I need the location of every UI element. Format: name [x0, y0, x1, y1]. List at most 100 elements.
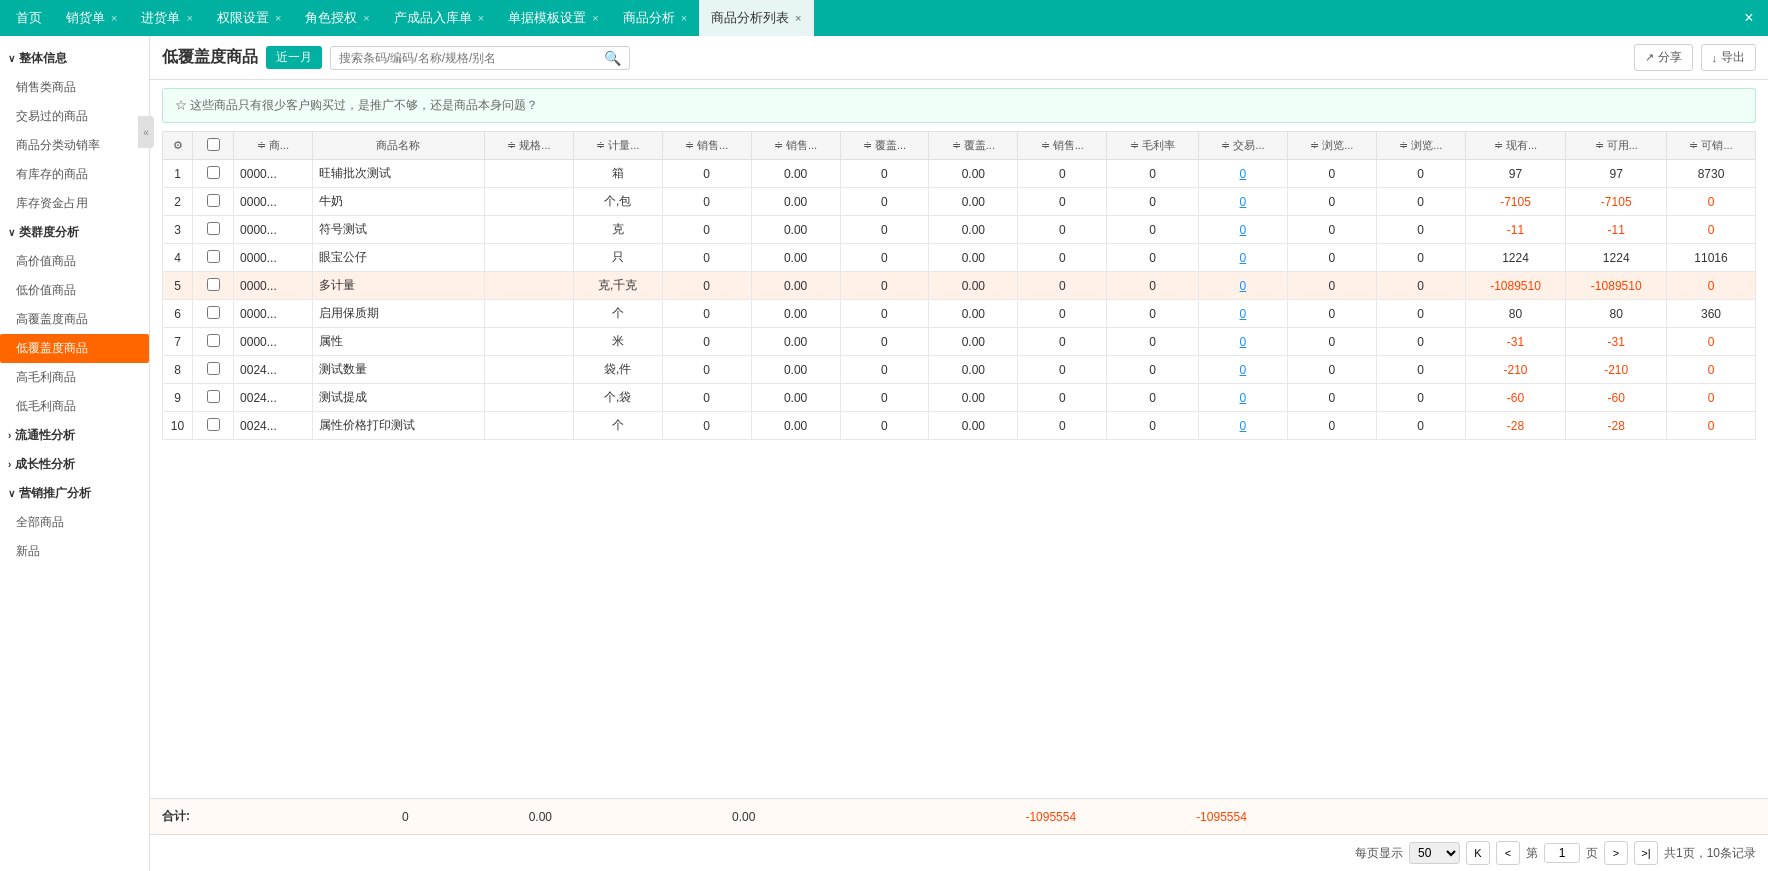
row-checkbox[interactable]	[207, 306, 220, 319]
row-checkbox[interactable]	[207, 194, 220, 207]
td-checkbox[interactable]	[193, 384, 234, 412]
row-checkbox[interactable]	[207, 166, 220, 179]
sidebar-section-growth[interactable]: › 成长性分析	[0, 450, 149, 479]
th-gross-rate[interactable]: ≑ 毛利率	[1107, 132, 1199, 160]
nav-close-icon[interactable]: ×	[275, 12, 281, 24]
th-cover2[interactable]: ≑ 覆盖...	[929, 132, 1018, 160]
th-browse1[interactable]: ≑ 浏览...	[1287, 132, 1376, 160]
trade-link[interactable]: 0	[1240, 307, 1247, 321]
trade-link[interactable]: 0	[1240, 419, 1247, 433]
export-button[interactable]: ↓ 导出	[1701, 44, 1757, 71]
th-current[interactable]: ≑ 现有...	[1465, 132, 1566, 160]
td-checkbox[interactable]	[193, 188, 234, 216]
sidebar-item-all-goods[interactable]: 全部商品	[0, 508, 149, 537]
next-page-button[interactable]: >	[1604, 841, 1628, 865]
row-checkbox[interactable]	[207, 362, 220, 375]
th-trade[interactable]: ≑ 交易...	[1198, 132, 1287, 160]
td-gross-rate: 0	[1107, 188, 1199, 216]
sidebar-item-new-goods[interactable]: 新品	[0, 537, 149, 566]
nav-product-analysis[interactable]: 商品分析 ×	[611, 0, 699, 36]
row-checkbox[interactable]	[207, 390, 220, 403]
nav-role-auth[interactable]: 角色授权 ×	[293, 0, 381, 36]
sidebar-item-sales-goods[interactable]: 销售类商品	[0, 73, 149, 102]
filter-button[interactable]: 近一月	[266, 46, 322, 69]
th-code[interactable]: ≑ 商...	[234, 132, 313, 160]
td-checkbox[interactable]	[193, 356, 234, 384]
trade-link[interactable]: 0	[1240, 167, 1247, 181]
nav-close-icon[interactable]: ×	[478, 12, 484, 24]
th-sellable[interactable]: ≑ 可销...	[1667, 132, 1756, 160]
td-name: 启用保质期	[312, 300, 484, 328]
th-browse2[interactable]: ≑ 浏览...	[1376, 132, 1465, 160]
sidebar-section-marketing[interactable]: ∨ 营销推广分析	[0, 479, 149, 508]
last-page-button[interactable]: >|	[1634, 841, 1658, 865]
trade-link[interactable]: 0	[1240, 195, 1247, 209]
td-checkbox[interactable]	[193, 216, 234, 244]
sidebar-item-high-margin[interactable]: 高毛利商品	[0, 363, 149, 392]
nav-close-icon[interactable]: ×	[111, 12, 117, 24]
td-current: -7105	[1465, 188, 1566, 216]
row-checkbox[interactable]	[207, 278, 220, 291]
td-checkbox[interactable]	[193, 300, 234, 328]
sidebar-item-high-value[interactable]: 高价值商品	[0, 247, 149, 276]
th-sales-data[interactable]: ≑ 销售...	[1018, 132, 1107, 160]
search-icon[interactable]: 🔍	[604, 50, 621, 66]
sidebar-item-category-rate[interactable]: 商品分类动销率	[0, 131, 149, 160]
td-checkbox[interactable]	[193, 272, 234, 300]
nav-close-icon[interactable]: ×	[592, 12, 598, 24]
sidebar-item-high-coverage[interactable]: 高覆盖度商品	[0, 305, 149, 334]
sidebar-section-overall[interactable]: ∨ 整体信息	[0, 44, 149, 73]
nav-sales-order[interactable]: 销货单 ×	[54, 0, 129, 36]
nav-home[interactable]: 首页	[4, 0, 54, 36]
share-button[interactable]: ↗ 分享	[1634, 44, 1693, 71]
search-input[interactable]	[339, 51, 604, 65]
row-checkbox[interactable]	[207, 418, 220, 431]
nav-close-icon[interactable]: ×	[186, 12, 192, 24]
th-settings[interactable]: ⚙	[163, 132, 193, 160]
th-unit[interactable]: ≑ 计量...	[573, 132, 662, 160]
sidebar-collapse-button[interactable]: «	[138, 116, 154, 148]
trade-link[interactable]: 0	[1240, 335, 1247, 349]
nav-close-icon[interactable]: ×	[363, 12, 369, 24]
nav-close-icon[interactable]: ×	[795, 12, 801, 24]
trade-link[interactable]: 0	[1240, 363, 1247, 377]
sidebar-item-in-stock[interactable]: 有库存的商品	[0, 160, 149, 189]
current-page-input[interactable]	[1544, 843, 1580, 863]
th-name[interactable]: 商品名称	[312, 132, 484, 160]
select-all-checkbox[interactable]	[207, 138, 220, 151]
page-size-select[interactable]: 50 20 100	[1409, 842, 1460, 864]
nav-template-settings[interactable]: 单据模板设置 ×	[496, 0, 610, 36]
nav-product-warehouse[interactable]: 产成品入库单 ×	[382, 0, 496, 36]
window-close-button[interactable]: ×	[1734, 3, 1764, 33]
nav-purchase-order[interactable]: 进货单 ×	[129, 0, 204, 36]
th-spec[interactable]: ≑ 规格...	[484, 132, 573, 160]
sidebar-section-circulation[interactable]: › 流通性分析	[0, 421, 149, 450]
row-checkbox[interactable]	[207, 222, 220, 235]
sidebar-item-inventory-capital[interactable]: 库存资金占用	[0, 189, 149, 218]
sidebar-item-traded-goods[interactable]: 交易过的商品	[0, 102, 149, 131]
sidebar-item-low-value[interactable]: 低价值商品	[0, 276, 149, 305]
td-checkbox[interactable]	[193, 244, 234, 272]
row-checkbox[interactable]	[207, 334, 220, 347]
sidebar-item-low-margin[interactable]: 低毛利商品	[0, 392, 149, 421]
row-checkbox[interactable]	[207, 250, 220, 263]
trade-link[interactable]: 0	[1240, 391, 1247, 405]
td-checkbox[interactable]	[193, 412, 234, 440]
first-page-button[interactable]: K	[1466, 841, 1490, 865]
nav-permission-settings[interactable]: 权限设置 ×	[205, 0, 293, 36]
th-sales-amount[interactable]: ≑ 销售...	[751, 132, 840, 160]
th-cover1[interactable]: ≑ 覆盖...	[840, 132, 929, 160]
th-sales-count[interactable]: ≑ 销售...	[662, 132, 751, 160]
sidebar-section-cluster[interactable]: ∨ 类群度分析	[0, 218, 149, 247]
nav-close-icon[interactable]: ×	[681, 12, 687, 24]
trade-link[interactable]: 0	[1240, 223, 1247, 237]
prev-page-button[interactable]: <	[1496, 841, 1520, 865]
sidebar-item-low-coverage[interactable]: 低覆盖度商品	[0, 334, 149, 363]
th-available[interactable]: ≑ 可用...	[1566, 132, 1667, 160]
td-checkbox[interactable]	[193, 160, 234, 188]
td-checkbox[interactable]	[193, 328, 234, 356]
trade-link[interactable]: 0	[1240, 251, 1247, 265]
trade-link[interactable]: 0	[1240, 279, 1247, 293]
th-checkbox[interactable]	[193, 132, 234, 160]
nav-product-analysis-list[interactable]: 商品分析列表 ×	[699, 0, 813, 36]
